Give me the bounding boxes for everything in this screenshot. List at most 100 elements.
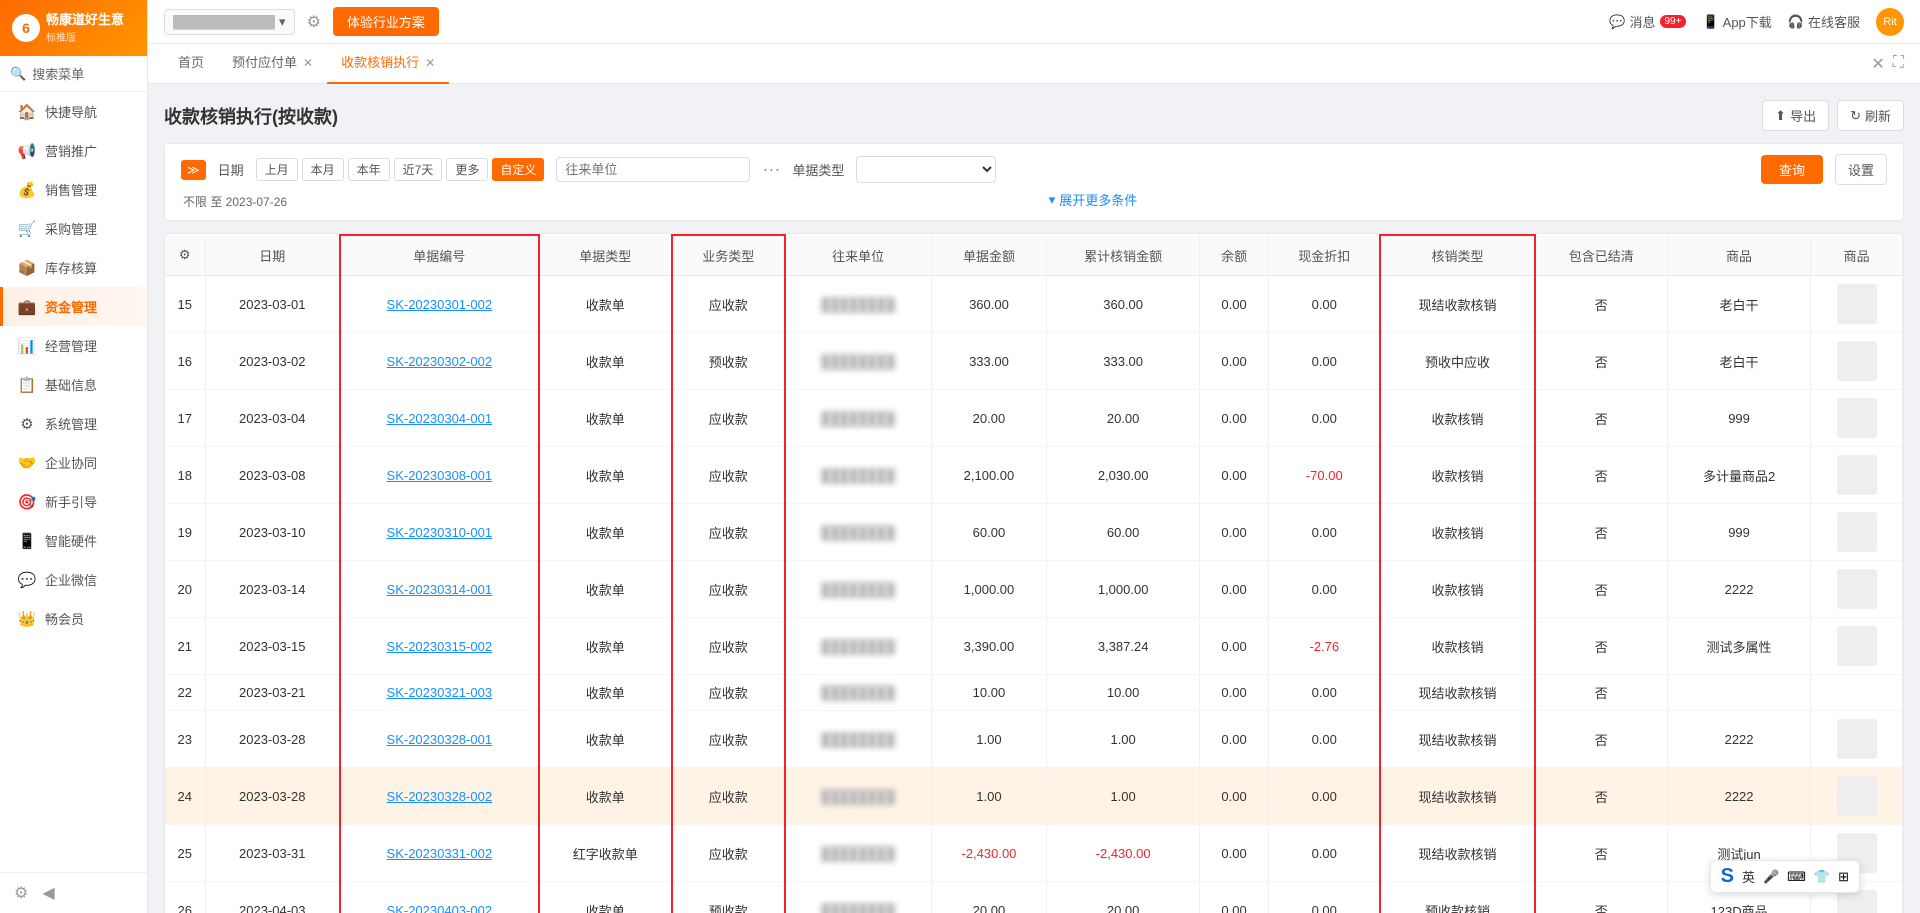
cell-bill-type: 红字收款单 [539,825,672,882]
cell-biz-type: 应收款 [672,504,785,561]
sidebar-item-marketing[interactable]: 📢营销推广 [0,131,147,170]
bill-no-link[interactable]: SK-20230321-003 [387,685,493,700]
cell-cancel-type: 现结收款核销 [1380,675,1534,711]
th-bill-type: 单据类型 [539,235,672,276]
cell-goods2 [1811,333,1903,390]
sidebar-item-quick-nav[interactable]: 🏠快捷导航 [0,92,147,131]
sidebar-item-corp-wx[interactable]: 💬企业微信 [0,560,147,599]
settings-button[interactable]: 设置 [1835,154,1887,185]
table-row: 19 2023-03-10 SK-20230310-001 收款单 应收款 ██… [165,504,1903,561]
sidebar-item-business[interactable]: 📊经营管理 [0,326,147,365]
cell-bill-no: SK-20230304-001 [340,390,539,447]
bill-no-link[interactable]: SK-20230308-001 [387,468,493,483]
filter-collapse-btn[interactable]: ≫ [181,160,206,180]
gear-icon[interactable]: ⚙ [307,12,321,32]
tab-prepay[interactable]: 预付应付单 ✕ [218,44,327,84]
counterparty-value: ████████ [821,297,895,312]
mic-icon[interactable]: 🎤 [1763,869,1779,885]
th-balance: 余额 [1200,235,1269,276]
sidebar-item-smart-hw[interactable]: 📱智能硬件 [0,521,147,560]
page-header: 收款核销执行(按收款) ⬆ 导出 ↻ 刷新 [164,100,1904,131]
search-menu-item[interactable]: 🔍 搜索菜单 [0,56,147,92]
bill-no-link[interactable]: SK-20230331-002 [387,846,493,861]
cell-bill-amount: 1,000.00 [931,561,1047,618]
bill-no-link[interactable]: SK-20230403-002 [387,903,493,913]
tab-expand-icon[interactable]: ⛶ [1893,54,1904,74]
cell-bill-amount: 60.00 [931,504,1047,561]
sidebar-item-inventory[interactable]: 📦库存核算 [0,248,147,287]
online-service-item[interactable]: 🎧 在线客服 [1788,12,1860,31]
date-range-display: 不限 至 2023-07-26 [183,193,287,210]
bill-no-link[interactable]: SK-20230314-001 [387,582,493,597]
this-month-btn[interactable]: 本月 [302,158,344,181]
sidebar-item-beginner[interactable]: 🎯新手引导 [0,482,147,521]
bill-no-link[interactable]: SK-20230304-001 [387,411,493,426]
tab-collection-close[interactable]: ✕ [425,43,435,83]
industry-solution-button[interactable]: 体验行业方案 [333,7,439,36]
sidebar-item-basic-info[interactable]: 📋基础信息 [0,365,147,404]
company-selector[interactable]: ████████████ ▾ [164,9,295,35]
bill-no-link[interactable]: SK-20230310-001 [387,525,493,540]
table-row: 24 2023-03-28 SK-20230328-002 收款单 应收款 ██… [165,768,1903,825]
export-button[interactable]: ⬆ 导出 [1762,100,1829,131]
user-avatar[interactable]: Rit [1876,8,1904,36]
table-row: 18 2023-03-08 SK-20230308-001 收款单 应收款 ██… [165,447,1903,504]
sidebar-item-member[interactable]: 👑畅会员 [0,599,147,638]
receipt-type-label: 单据类型 [792,160,844,179]
message-item[interactable]: 💬 消息 99+ [1609,12,1686,31]
cell-idx: 26 [165,882,205,913]
custom-date-btn[interactable]: 自定义 [492,158,544,181]
sidebar-item-sales[interactable]: 💰销售管理 [0,170,147,209]
cell-include-settled: 否 [1535,711,1668,768]
cell-cash-discount: 0.00 [1269,333,1381,390]
table-row: 23 2023-03-28 SK-20230328-001 收款单 应收款 ██… [165,711,1903,768]
cell-idx: 17 [165,390,205,447]
last-7days-btn[interactable]: 近7天 [394,158,443,181]
collapse-icon[interactable]: ◀ [42,883,54,903]
cell-bill-amount: 2,100.00 [931,447,1047,504]
sidebar-item-finance[interactable]: 💼资金管理 [0,287,147,326]
last-month-btn[interactable]: 上月 [256,158,298,181]
query-button[interactable]: 查询 [1761,155,1823,184]
user-name: Rit [1883,16,1896,28]
cell-goods2 [1811,618,1903,675]
cell-date: 2023-03-01 [205,276,340,333]
cell-cash-discount: -70.00 [1269,447,1381,504]
bill-no-link[interactable]: SK-20230302-002 [387,354,493,369]
cell-bill-no: SK-20230314-001 [340,561,539,618]
bill-no-link[interactable]: SK-20230315-002 [387,639,493,654]
logo-icon: 6 [12,14,40,42]
cell-goods2 [1811,390,1903,447]
bill-no-link[interactable]: SK-20230301-002 [387,297,493,312]
tab-collection[interactable]: 收款核销执行 ✕ [327,44,449,84]
cell-cancel-type: 现结收款核销 [1380,276,1534,333]
tab-collection-label: 收款核销执行 [341,43,419,83]
more-date-btn[interactable]: 更多 [446,158,488,181]
settings-icon[interactable]: ⚙ [14,883,28,903]
tab-home[interactable]: 首页 [164,44,218,84]
more-filters-dots[interactable]: ··· [762,159,780,180]
counterparty-input[interactable] [556,157,750,182]
this-year-btn[interactable]: 本年 [348,158,390,181]
beginner-icon: 🎯 [17,493,37,511]
tab-prepay-close[interactable]: ✕ [303,43,313,83]
message-icon: 💬 [1609,14,1625,30]
app-download-item[interactable]: 📱 App下载 [1702,12,1771,31]
sidebar-item-corp-coop[interactable]: 🤝企业协同 [0,443,147,482]
tab-close-icon[interactable]: ✕ [1871,54,1884,74]
date-filter-buttons: 上月 本月 本年 近7天 更多 自定义 [256,158,545,181]
cell-cum-cancel: 1.00 [1047,711,1200,768]
refresh-button[interactable]: ↻ 刷新 [1837,100,1904,131]
bill-no-link[interactable]: SK-20230328-001 [387,732,493,747]
sidebar-item-system[interactable]: ⚙系统管理 [0,404,147,443]
receipt-type-select[interactable] [856,156,996,183]
table-row: 15 2023-03-01 SK-20230301-002 收款单 应收款 ██… [165,276,1903,333]
sidebar-item-purchase[interactable]: 🛒采购管理 [0,209,147,248]
keyboard-icon[interactable]: ⌨ [1787,869,1806,885]
bill-no-link[interactable]: SK-20230328-002 [387,789,493,804]
tab-bar: 首页 预付应付单 ✕ 收款核销执行 ✕ ✕ ⛶ [148,44,1920,84]
th-biz-type: 业务类型 [672,235,785,276]
expand-conditions-btn[interactable]: ▾ 展开更多条件 [1049,190,1138,209]
cell-cancel-type: 收款核销 [1380,504,1534,561]
corp-wx-icon: 💬 [17,571,37,589]
